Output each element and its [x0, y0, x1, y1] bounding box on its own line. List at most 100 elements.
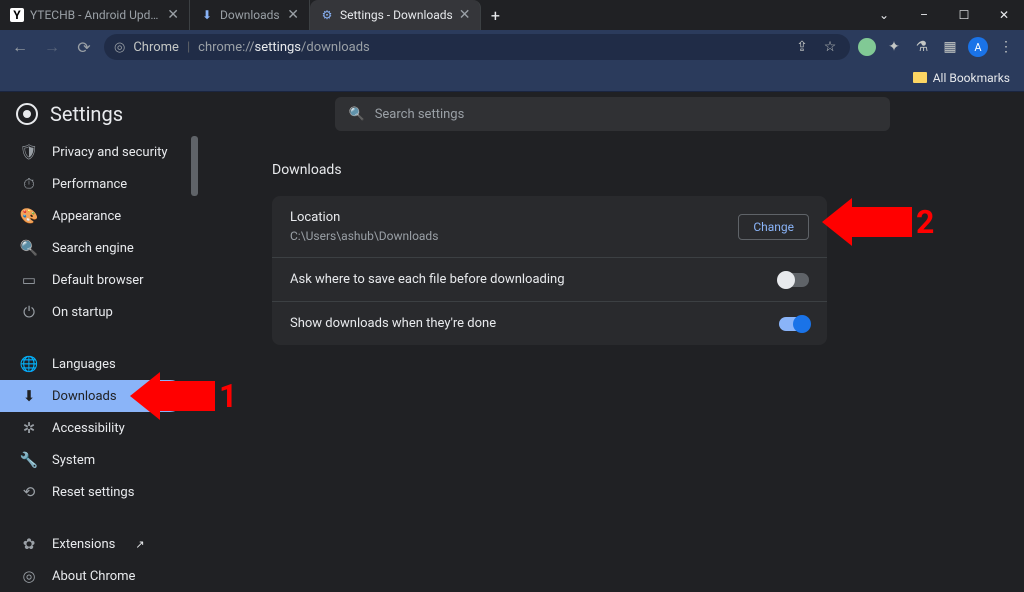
- kebab-menu-icon[interactable]: ⋮: [996, 37, 1016, 57]
- search-icon: 🔍: [20, 239, 38, 257]
- all-bookmarks-label: All Bookmarks: [933, 71, 1010, 85]
- sidebar-item-performance[interactable]: ⏱ Performance: [0, 168, 200, 200]
- settings-title: Settings: [50, 102, 123, 126]
- address-bar[interactable]: ◎ Chrome | chrome://settings/downloads ⇪…: [104, 34, 850, 60]
- tab-title: YTECHB - Android Updates, Wal: [30, 8, 161, 22]
- sidebar-item-label: About Chrome: [52, 569, 135, 584]
- power-icon: ⏻: [20, 303, 38, 321]
- annotation-number-2: 2: [916, 203, 934, 241]
- sidebar-item-extensions[interactable]: ✿ Extensions ↗: [0, 528, 200, 560]
- sidebar-item-label: Search engine: [52, 241, 134, 256]
- back-button[interactable]: ←: [8, 35, 32, 59]
- sidebar-item-label: Reset settings: [52, 485, 134, 500]
- reset-icon: ⟲: [20, 483, 38, 501]
- location-path: C:\Users\ashub\Downloads: [290, 229, 438, 243]
- browser-toolbar: ← → ⟳ ◎ Chrome | chrome://settings/downl…: [0, 30, 1024, 64]
- search-icon: 🔍: [349, 107, 365, 122]
- chrome-icon: ◎: [114, 40, 125, 55]
- sidebar-item-label: On startup: [52, 305, 113, 320]
- speedometer-icon: ⏱: [20, 175, 38, 193]
- tab-downloads[interactable]: ⬇ Downloads ✕: [190, 0, 310, 30]
- share-icon[interactable]: ⇪: [792, 37, 812, 57]
- app-icon[interactable]: ▦: [940, 37, 960, 57]
- omnibox-url: chrome://settings/downloads: [198, 40, 370, 55]
- window-dropdown-button[interactable]: ⌄: [864, 0, 904, 30]
- settings-sidebar: 🛡 Privacy and security ⏱ Performance 🎨Appe…: [0, 136, 200, 576]
- annotation-arrow-1: 1: [130, 372, 241, 420]
- profile-indicator-icon[interactable]: [858, 38, 876, 56]
- toolbar-right: ✦ ⚗ ▦ A ⋮: [858, 37, 1016, 57]
- puzzle-icon: ✿: [20, 535, 38, 553]
- tab-strip: Y YTECHB - Android Updates, Wal ✕ ⬇ Down…: [0, 0, 864, 30]
- sidebar-item-label: Default browser: [52, 273, 144, 288]
- tab-title: Downloads: [220, 8, 281, 22]
- sidebar-item-search-engine[interactable]: 🔍 Search engine: [0, 232, 200, 264]
- ask-where-row: Ask where to save each file before downl…: [272, 258, 827, 302]
- window-maximize-button[interactable]: ☐: [944, 0, 984, 30]
- sidebar-item-system[interactable]: 🔧 System: [0, 444, 200, 476]
- sidebar-item-about-chrome[interactable]: ◎About Chrome: [0, 560, 200, 592]
- download-icon: ⬇: [200, 8, 214, 22]
- folder-icon: [913, 72, 927, 83]
- bookmark-star-icon[interactable]: ☆: [820, 37, 840, 57]
- show-downloads-label: Show downloads when they're done: [290, 316, 496, 331]
- favicon-ytechb: Y: [10, 8, 24, 22]
- search-placeholder: Search settings: [375, 107, 465, 122]
- settings-brand: Settings: [0, 102, 200, 126]
- settings-header: Settings 🔍 Search settings: [0, 92, 1024, 136]
- chrome-logo-icon: [16, 103, 38, 125]
- annotation-number-1: 1: [219, 377, 237, 415]
- window-controls: ⌄ – ☐ ✕: [864, 0, 1024, 30]
- window-minimize-button[interactable]: –: [904, 0, 944, 30]
- sidebar-scrollbar[interactable]: [191, 136, 198, 196]
- wrench-icon: 🔧: [20, 451, 38, 469]
- sidebar-item-appearance[interactable]: 🎨Appearance: [0, 200, 200, 232]
- tab-ytechb[interactable]: Y YTECHB - Android Updates, Wal ✕: [0, 0, 190, 30]
- close-icon[interactable]: ✕: [167, 7, 179, 23]
- omnibox-separator: |: [187, 40, 190, 55]
- annotation-arrow-2: 2: [822, 198, 938, 246]
- sidebar-item-default-browser[interactable]: ▭ Default browser: [0, 264, 200, 296]
- labs-icon[interactable]: ⚗: [912, 37, 932, 57]
- sidebar-item-label: Performance: [52, 177, 127, 192]
- close-icon[interactable]: ✕: [287, 7, 299, 23]
- sidebar-item-label: Languages: [52, 357, 116, 372]
- titlebar: Y YTECHB - Android Updates, Wal ✕ ⬇ Down…: [0, 0, 1024, 30]
- sidebar-item-on-startup[interactable]: ⏻ On startup: [0, 296, 200, 328]
- location-row: Location C:\Users\ashub\Downloads Change: [272, 196, 827, 258]
- new-tab-button[interactable]: +: [481, 0, 509, 30]
- tab-settings-downloads[interactable]: ⚙ Settings - Downloads ✕: [310, 0, 481, 30]
- profile-avatar[interactable]: A: [968, 37, 988, 57]
- window-close-button[interactable]: ✕: [984, 0, 1024, 30]
- shield-icon: 🛡: [20, 143, 38, 161]
- show-downloads-toggle[interactable]: [779, 317, 809, 331]
- close-icon[interactable]: ✕: [459, 7, 471, 23]
- change-location-button[interactable]: Change: [738, 214, 809, 240]
- forward-button[interactable]: →: [40, 35, 64, 59]
- ask-where-toggle[interactable]: [779, 273, 809, 287]
- settings-content: 🛡 Privacy and security ⏱ Performance 🎨Appe…: [0, 92, 1024, 576]
- downloads-card: Location C:\Users\ashub\Downloads Change…: [272, 196, 827, 345]
- accessibility-icon: ✲: [20, 419, 38, 437]
- sidebar-item-label: Appearance: [52, 209, 121, 224]
- gear-icon: ⚙: [320, 8, 334, 22]
- location-label: Location: [290, 210, 438, 225]
- globe-icon: 🌐: [20, 355, 38, 373]
- tab-title: Settings - Downloads: [340, 8, 453, 22]
- sidebar-item-privacy[interactable]: 🛡 Privacy and security: [0, 136, 200, 168]
- extensions-icon[interactable]: ✦: [884, 37, 904, 57]
- show-downloads-row: Show downloads when they're done: [272, 302, 827, 345]
- reload-button[interactable]: ⟳: [72, 35, 96, 59]
- sidebar-item-label: System: [52, 453, 95, 468]
- external-link-icon: ↗: [135, 538, 144, 551]
- section-heading-downloads: Downloads: [272, 162, 984, 178]
- sidebar-item-label: Downloads: [52, 389, 117, 404]
- all-bookmarks-button[interactable]: All Bookmarks: [913, 71, 1010, 85]
- settings-search-input[interactable]: 🔍 Search settings: [335, 97, 890, 131]
- sidebar-item-reset[interactable]: ⟲ Reset settings: [0, 476, 200, 508]
- browser-icon: ▭: [20, 271, 38, 289]
- sidebar-item-label: Privacy and security: [52, 145, 168, 160]
- sidebar-item-label: Extensions: [52, 537, 115, 552]
- bookmarks-bar: All Bookmarks: [0, 64, 1024, 92]
- download-icon: ⬇: [20, 387, 38, 405]
